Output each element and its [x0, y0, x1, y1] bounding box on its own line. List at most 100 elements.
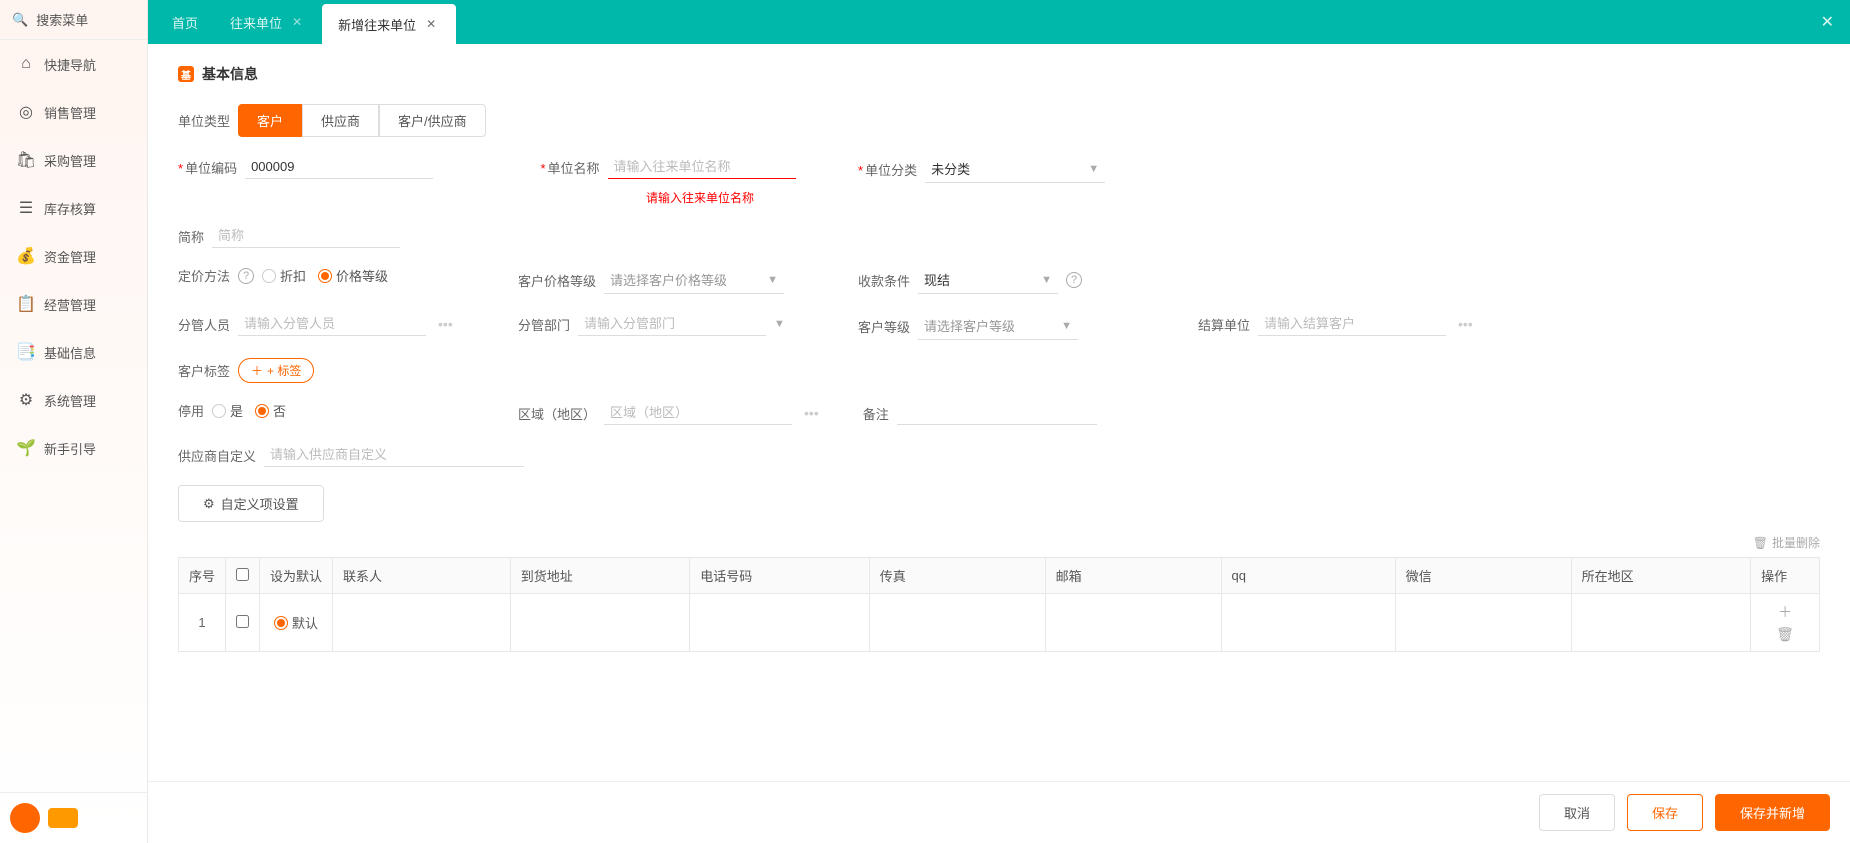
settlement-field: 结算单位 •••: [1198, 312, 1498, 336]
remark-input[interactable]: [897, 401, 1097, 425]
custom-settings-button[interactable]: ⚙ 自定义项设置: [178, 485, 324, 522]
col-address: 到货地址: [510, 558, 690, 594]
department-label: 分管部门: [518, 315, 570, 334]
close-all-tabs-button[interactable]: ✕: [1813, 8, 1842, 36]
sidebar-item-sales[interactable]: ◎ 销售管理: [0, 88, 147, 136]
save-button[interactable]: 保存: [1627, 794, 1703, 831]
department-input[interactable]: [578, 312, 766, 336]
email-input[interactable]: [1056, 615, 1211, 630]
sidebar-item-operations[interactable]: 📋 经营管理: [0, 280, 147, 328]
price-level-radio-circle: [318, 269, 332, 283]
sidebar-item-system[interactable]: ⚙ 系统管理: [0, 376, 147, 424]
row-qq[interactable]: [1221, 594, 1395, 652]
search-menu-label: 搜索菜单: [36, 10, 88, 29]
basic-icon: 📑: [16, 342, 36, 362]
sidebar-item-finance[interactable]: 💰 资金管理: [0, 232, 147, 280]
contacts-table: 序号 设为默认 联系人 到货地址 电话号码 传真 邮箱 qq 微信 所在地区: [178, 557, 1820, 652]
close-tab-new-partner-button[interactable]: ✕: [422, 15, 440, 33]
row-phone[interactable]: [690, 594, 870, 652]
no-radio-circle: [255, 404, 269, 418]
tab-partner[interactable]: 往来单位 ✕: [214, 0, 322, 44]
no-radio[interactable]: 否: [255, 401, 286, 420]
chevron-down-icon: ▼: [774, 318, 785, 330]
chevron-down-icon: ▼: [767, 274, 778, 286]
unit-category-select[interactable]: 未分类 ▼: [925, 155, 1105, 183]
add-row-button[interactable]: ＋: [1774, 600, 1796, 624]
chevron-down-icon: ▼: [1041, 274, 1052, 286]
basic-info-row: *单位编码 *单位名称 请输入往来单位名称 *单位分类 未分类: [178, 155, 1820, 206]
pricing-radio-group: 折扣 价格等级: [262, 266, 388, 285]
price-level-radio[interactable]: 价格等级: [318, 266, 388, 285]
contact-input[interactable]: [343, 615, 500, 630]
row-fax[interactable]: [869, 594, 1045, 652]
settlement-more-icon[interactable]: •••: [1454, 316, 1477, 332]
customer-price-select[interactable]: 请选择客户价格等级 ▼: [604, 266, 784, 294]
add-tag-button[interactable]: ＋ + 标签: [238, 358, 314, 383]
sidebar-item-inventory[interactable]: ☰ 库存核算: [0, 184, 147, 232]
qq-input[interactable]: [1232, 615, 1385, 630]
notification-widget: [48, 808, 78, 828]
sidebar-item-label: 系统管理: [44, 391, 96, 410]
settlement-input[interactable]: [1258, 312, 1446, 336]
yes-radio[interactable]: 是: [212, 401, 243, 420]
payment-help-icon[interactable]: ?: [1066, 272, 1082, 288]
tab-new-partner[interactable]: 新增往来单位✕: [322, 4, 456, 44]
wechat-input[interactable]: [1406, 615, 1561, 630]
close-tab-partner-button[interactable]: ✕: [288, 13, 306, 31]
plus-icon: ＋: [251, 362, 263, 379]
row-email[interactable]: [1045, 594, 1221, 652]
sidebar-item-quick-nav[interactable]: ⌂ 快捷导航: [0, 40, 147, 88]
address-input[interactable]: [521, 615, 680, 630]
operations-icon: 📋: [16, 294, 36, 314]
delete-row-button[interactable]: 🗑: [1772, 624, 1798, 645]
row-region[interactable]: [1571, 594, 1751, 652]
save-and-add-button[interactable]: 保存并新增: [1715, 794, 1830, 831]
pricing-field: 定价方法 ? 折扣 价格等级: [178, 266, 478, 285]
row-checkbox[interactable]: [236, 615, 249, 628]
pricing-help-icon[interactable]: ?: [238, 268, 254, 284]
payment-terms-select[interactable]: 现结 ▼: [918, 266, 1058, 294]
select-all-checkbox[interactable]: [236, 568, 249, 581]
row-contact[interactable]: [333, 594, 511, 652]
tab-label: 往来单位: [230, 13, 282, 32]
region-more-icon[interactable]: •••: [800, 405, 823, 421]
unit-type-both-button[interactable]: 客户/供应商: [379, 104, 486, 137]
chevron-down-icon: ▼: [1088, 163, 1099, 175]
purchase-icon: 🛍: [16, 150, 36, 170]
phone-input[interactable]: [700, 615, 859, 630]
unit-type-field: 单位类型 客户供应商客户/供应商: [178, 104, 486, 137]
cancel-button[interactable]: 取消: [1539, 794, 1615, 831]
disabled-row: 停用 是 否 区域（地区） ••• 备注: [178, 401, 1820, 425]
search-menu-item[interactable]: 🔍 搜索菜单: [0, 0, 147, 40]
row-wechat[interactable]: [1395, 594, 1571, 652]
region-input[interactable]: [604, 401, 792, 425]
unit-name-field: *单位名称 请输入往来单位名称: [518, 155, 818, 206]
table-header-row: 序号 设为默认 联系人 到货地址 电话号码 传真 邮箱 qq 微信 所在地区: [179, 558, 1820, 594]
region-label: 区域（地区）: [518, 404, 596, 423]
col-contact: 联系人: [333, 558, 511, 594]
sidebar-item-basic[interactable]: 📑 基础信息: [0, 328, 147, 376]
unit-type-supplier-button[interactable]: 供应商: [302, 104, 379, 137]
row-checkbox-cell: [226, 594, 260, 652]
yes-radio-circle: [212, 404, 226, 418]
manager-more-icon[interactable]: •••: [434, 316, 457, 332]
row-region-input[interactable]: [1582, 615, 1741, 630]
unit-type-group: 客户供应商客户/供应商: [238, 104, 486, 137]
sidebar-item-purchase[interactable]: 🛍 采购管理: [0, 136, 147, 184]
fax-input[interactable]: [880, 615, 1035, 630]
sidebar-item-label: 资金管理: [44, 247, 96, 266]
batch-delete-button[interactable]: 🗑 批量删除: [1753, 534, 1820, 551]
unit-type-customer-button[interactable]: 客户: [238, 104, 302, 137]
manager-input[interactable]: [238, 312, 426, 336]
sidebar-item-guide[interactable]: 🌱 新手引导: [0, 424, 147, 472]
sidebar-item-label: 销售管理: [44, 103, 96, 122]
tab-home[interactable]: 首页: [156, 0, 214, 44]
default-radio[interactable]: 默认: [270, 613, 322, 632]
discount-radio[interactable]: 折扣: [262, 266, 306, 285]
customer-level-select[interactable]: 请选择客户等级 ▼: [918, 312, 1078, 340]
unit-code-input[interactable]: [245, 155, 433, 179]
short-name-input[interactable]: [212, 224, 400, 248]
row-address[interactable]: [510, 594, 690, 652]
supplier-custom-input[interactable]: [264, 443, 524, 467]
unit-name-input[interactable]: [608, 155, 796, 179]
